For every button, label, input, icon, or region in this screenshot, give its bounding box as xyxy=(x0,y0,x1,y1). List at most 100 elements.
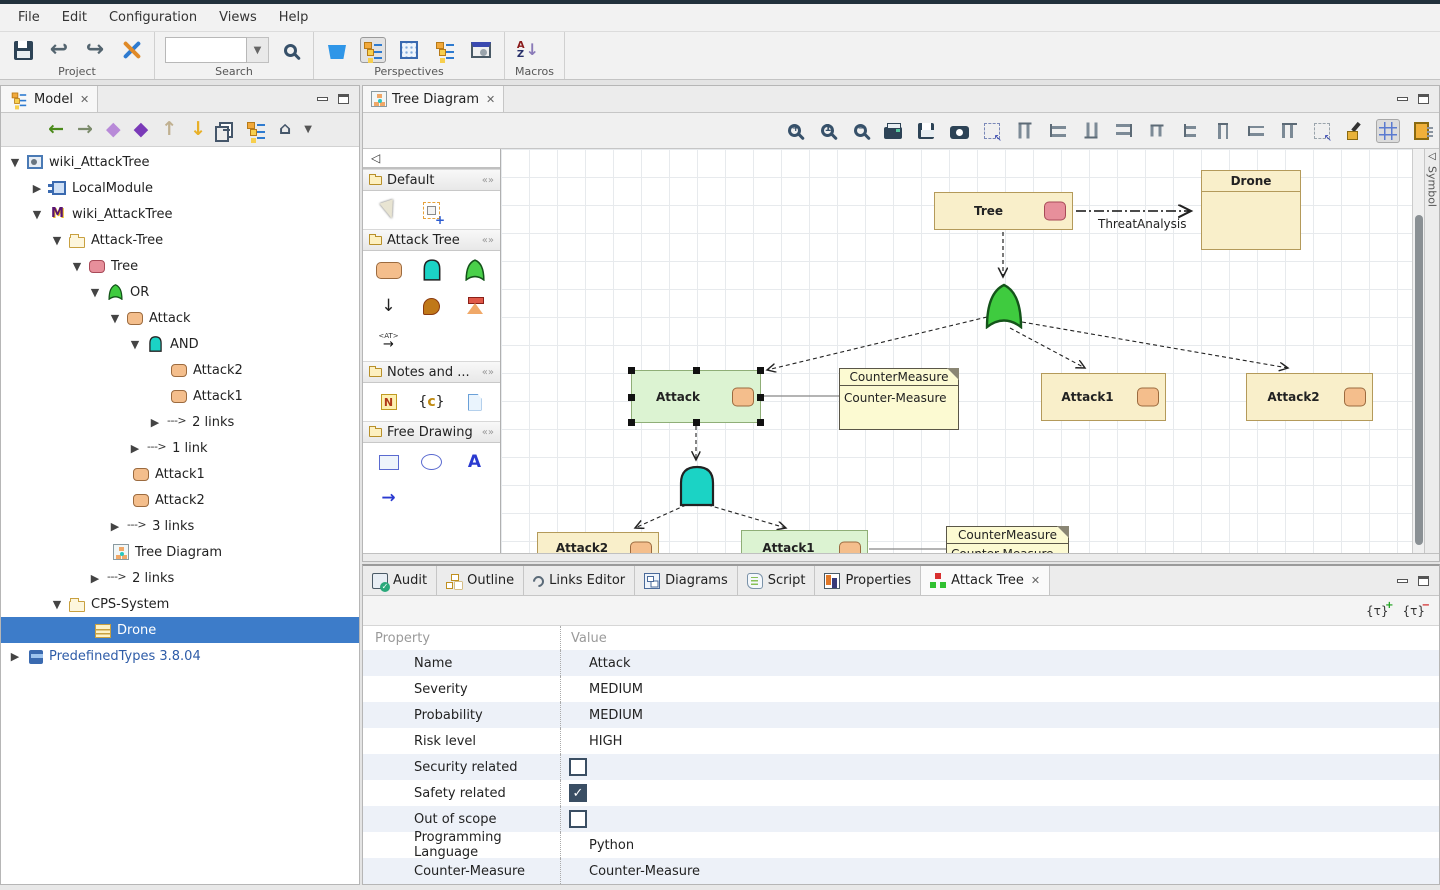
tools-button[interactable] xyxy=(118,37,144,63)
table-row-safety-related[interactable]: Safety related✓ xyxy=(363,780,1439,806)
selection-handle[interactable] xyxy=(757,394,764,401)
model-tab-close-icon[interactable]: ✕ xyxy=(80,93,89,106)
tab-script[interactable]: Script xyxy=(738,566,816,595)
arrow-tool[interactable]: → xyxy=(367,485,410,511)
down-icon[interactable]: ↓ xyxy=(190,120,206,139)
tree-item-attack1-2[interactable]: Attack1 xyxy=(1,461,359,487)
table-row-name[interactable]: NameAttack xyxy=(363,650,1439,676)
tab-diagrams[interactable]: Diagrams xyxy=(635,566,738,595)
threat-analysis-link-label[interactable]: ThreatAnalysis xyxy=(1098,217,1187,231)
select-region-button[interactable] xyxy=(980,119,1004,143)
or-gate-tool[interactable] xyxy=(453,257,496,283)
and-gate-node[interactable] xyxy=(677,465,717,507)
attack2-node-chip[interactable] xyxy=(1344,388,1366,407)
tree-item-tree-diagram[interactable]: Tree Diagram xyxy=(1,539,359,565)
table-row-probability[interactable]: ProbabilityMEDIUM xyxy=(363,702,1439,728)
attack2-node[interactable]: Attack2 xyxy=(1246,373,1373,421)
attack1-node[interactable]: Attack1 xyxy=(1041,373,1166,421)
save-button[interactable] xyxy=(10,37,36,63)
tree-view-icon[interactable] xyxy=(246,120,266,140)
up-icon[interactable]: ↑ xyxy=(161,120,177,139)
grid-toggle-button[interactable] xyxy=(1376,119,1400,143)
tree-diagram-tab-close-icon[interactable]: ✕ xyxy=(486,93,495,106)
cursor-tool[interactable] xyxy=(367,197,410,223)
selection-handle[interactable] xyxy=(693,419,700,426)
selection-handle[interactable] xyxy=(628,419,635,426)
or-gate-node[interactable] xyxy=(984,283,1024,329)
tree-item-or[interactable]: ▼OR xyxy=(1,279,359,305)
link-arrow-tool[interactable]: ↓ xyxy=(367,293,410,319)
add-property-button[interactable]: {τ}+ xyxy=(1366,604,1389,618)
search-dropdown-button[interactable]: ▼ xyxy=(247,37,269,63)
table-row-counter-measure[interactable]: Counter-MeasureCounter-Measure xyxy=(363,858,1439,884)
same-width-button[interactable] xyxy=(1211,119,1235,143)
minimize-icon[interactable] xyxy=(1397,579,1408,583)
tree-root-node[interactable]: Tree xyxy=(934,192,1073,230)
tree-item-1-link[interactable]: ▶--->1 link xyxy=(1,435,359,461)
symbol-library-button[interactable] xyxy=(1409,119,1433,143)
diamond-light-icon[interactable]: ◆ xyxy=(106,120,121,139)
countermeasure-note-1[interactable]: CounterMeasure Counter-Measure xyxy=(839,368,959,430)
remove-property-button[interactable]: {τ}− xyxy=(1403,604,1426,618)
palette-section-notes[interactable]: Notes and ...«» xyxy=(363,361,500,383)
selection-handle[interactable] xyxy=(693,367,700,374)
security-related-checkbox[interactable] xyxy=(569,758,587,776)
redo-button[interactable]: ↪ xyxy=(82,37,108,63)
print-button[interactable] xyxy=(881,119,905,143)
search-input[interactable] xyxy=(165,37,247,63)
tab-tree-diagram[interactable]: Tree Diagram ✕ xyxy=(363,86,504,112)
diagram-canvas[interactable]: Tree Drone ThreatAnalysis Attack xyxy=(501,149,1412,553)
search-run-button[interactable] xyxy=(277,37,303,63)
safety-related-checkbox[interactable]: ✓ xyxy=(569,784,587,802)
palette-section-default[interactable]: Default«» xyxy=(363,169,500,191)
section-collapse-icon[interactable]: «» xyxy=(482,235,494,246)
section-collapse-icon[interactable]: «» xyxy=(482,427,494,438)
snapshot-button[interactable] xyxy=(947,119,971,143)
attack-node-tool[interactable] xyxy=(367,257,410,283)
scrollbar-thumb[interactable] xyxy=(1415,215,1423,545)
marquee-add-tool[interactable] xyxy=(410,197,453,223)
tree-item-3-links[interactable]: ▶--->3 links xyxy=(1,513,359,539)
minimize-icon[interactable] xyxy=(1397,97,1408,101)
attack1-sub-node-chip[interactable] xyxy=(839,542,861,554)
rectangle-tool[interactable] xyxy=(367,449,410,475)
countermeasure-tool[interactable] xyxy=(410,293,453,319)
format-brush-button[interactable] xyxy=(1343,119,1367,143)
tree-item-attack[interactable]: ▼Attack xyxy=(1,305,359,331)
diamond-dark-icon[interactable]: ◆ xyxy=(134,120,149,139)
tree-item-attack2[interactable]: Attack2 xyxy=(1,357,359,383)
tree-item-wiki-attacktree-model[interactable]: ▼Mwiki_AttackTree xyxy=(1,201,359,227)
and-gate-tool[interactable] xyxy=(410,257,453,283)
palette-section-free-drawing[interactable]: Free Drawing«» xyxy=(363,421,500,443)
vertical-scrollbar[interactable] xyxy=(1412,149,1424,553)
tree-list-perspective-button[interactable] xyxy=(432,37,458,63)
section-collapse-icon[interactable]: «» xyxy=(482,175,494,186)
save-diagram-button[interactable] xyxy=(914,119,938,143)
align-right-button[interactable] xyxy=(1112,119,1136,143)
grid-perspective-button[interactable] xyxy=(396,37,422,63)
menu-file[interactable]: File xyxy=(8,6,50,29)
selection-handle[interactable] xyxy=(757,419,764,426)
center-horizontal-button[interactable] xyxy=(1178,119,1202,143)
horizontal-scrollbar[interactable] xyxy=(363,553,1439,561)
document-tool[interactable] xyxy=(453,389,496,415)
selection-handle[interactable] xyxy=(628,394,635,401)
same-height-button[interactable] xyxy=(1244,119,1268,143)
tab-outline[interactable]: Outline xyxy=(437,566,524,595)
tab-links-editor[interactable]: Links Editor xyxy=(524,566,635,595)
table-row-severity[interactable]: SeverityMEDIUM xyxy=(363,676,1439,702)
distribute-button[interactable] xyxy=(1277,119,1301,143)
tree-item-attack-tree-folder[interactable]: ▼Attack-Tree xyxy=(1,227,359,253)
maximize-icon[interactable] xyxy=(338,94,349,104)
tree-item-2-links[interactable]: ▶--->2 links xyxy=(1,409,359,435)
maximize-icon[interactable] xyxy=(1418,94,1429,104)
menu-views[interactable]: Views xyxy=(209,6,267,29)
fit-button[interactable] xyxy=(1310,119,1334,143)
tree-item-predefinedtypes[interactable]: ▶PredefinedTypes 3.8.04 xyxy=(1,643,359,669)
maximize-icon[interactable] xyxy=(1418,576,1429,586)
menu-help[interactable]: Help xyxy=(269,6,319,29)
window-perspective-button[interactable] xyxy=(468,37,494,63)
table-row-out-of-scope[interactable]: Out of scope xyxy=(363,806,1439,832)
zoom-out-button[interactable]: − xyxy=(848,119,872,143)
palette-collapse-button[interactable]: ◁ xyxy=(363,149,500,169)
